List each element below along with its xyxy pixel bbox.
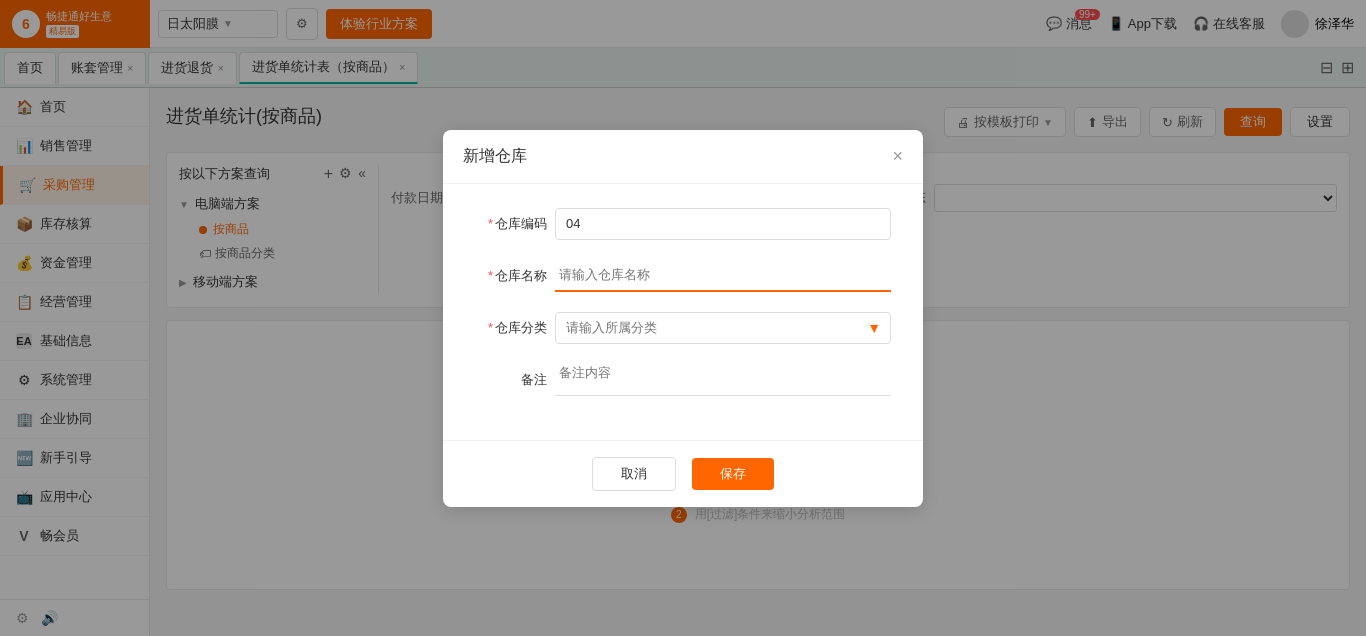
warehouse-category-row: 仓库分类 ▼ [475, 312, 891, 344]
modal-close-icon[interactable]: × [892, 146, 903, 167]
warehouse-name-input[interactable] [555, 260, 891, 292]
modal-footer: 取消 保存 [443, 440, 923, 507]
modal-header: 新增仓库 × [443, 130, 923, 184]
warehouse-code-input[interactable] [555, 208, 891, 240]
modal-body: 仓库编码 仓库名称 仓库分类 ▼ 备注 [443, 184, 923, 440]
warehouse-category-label: 仓库分类 [475, 319, 555, 337]
warehouse-remark-label: 备注 [475, 371, 555, 389]
warehouse-code-row: 仓库编码 [475, 208, 891, 240]
warehouse-code-label: 仓库编码 [475, 215, 555, 233]
save-button[interactable]: 保存 [692, 458, 774, 490]
warehouse-remark-input[interactable] [555, 364, 891, 396]
modal-title: 新增仓库 [463, 146, 527, 167]
warehouse-remark-row: 备注 [475, 364, 891, 396]
cancel-button[interactable]: 取消 [592, 457, 676, 491]
warehouse-name-row: 仓库名称 [475, 260, 891, 292]
modal: 新增仓库 × 仓库编码 仓库名称 仓库分类 ▼ [443, 130, 923, 507]
warehouse-category-input[interactable] [555, 312, 891, 344]
modal-overlay: 新增仓库 × 仓库编码 仓库名称 仓库分类 ▼ [0, 0, 1366, 636]
warehouse-name-label: 仓库名称 [475, 267, 555, 285]
warehouse-category-select-wrapper: ▼ [555, 312, 891, 344]
